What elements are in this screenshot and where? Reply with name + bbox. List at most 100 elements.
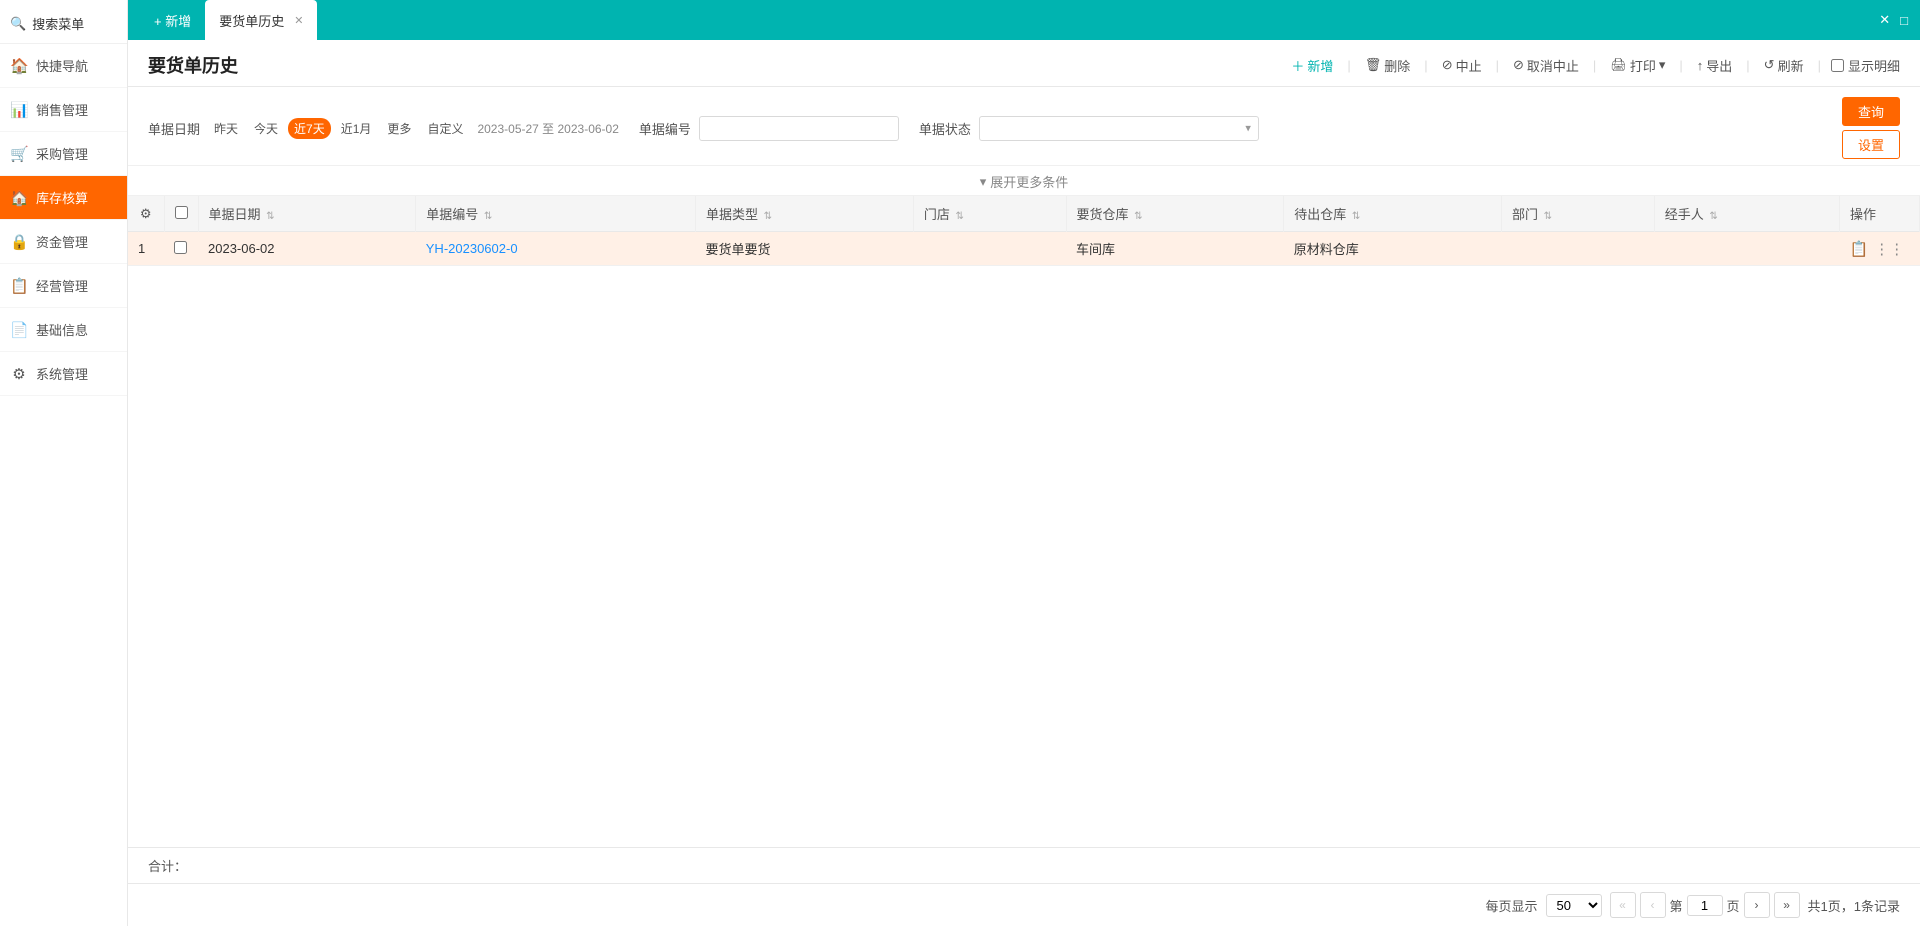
- sidebar-item-quick-nav[interactable]: 🏠 快捷导航: [0, 44, 127, 88]
- date-opt-yesterday[interactable]: 昨天: [208, 118, 244, 139]
- col-req-warehouse: 要货仓库 ⇅: [1066, 196, 1284, 232]
- date-opt-custom[interactable]: 自定义: [421, 118, 469, 139]
- row-checkbox[interactable]: [174, 241, 187, 254]
- refresh-button[interactable]: ↺ 刷新: [1760, 56, 1808, 75]
- date-opt-more[interactable]: 更多: [381, 118, 417, 139]
- status-select[interactable]: [979, 116, 1259, 141]
- date-options: 昨天 今天 近7天 近1月 更多 自定义: [208, 118, 469, 139]
- td-num: 1: [128, 232, 164, 266]
- sidebar-search-label: 搜索菜单: [32, 14, 84, 33]
- chart-icon: 📊: [10, 101, 28, 119]
- setting-button[interactable]: 设置: [1842, 130, 1900, 159]
- toolbar: ＋ 新增 | 🗑 删除 | ⊘ 中止 | ⊘: [1287, 56, 1900, 75]
- td-pending-warehouse: 原材料仓库: [1284, 232, 1502, 266]
- table-header-row: ⚙ 单据日期 ⇅ 单据编号 ⇅ 单据类型 ⇅: [128, 196, 1920, 232]
- status-select-wrap: [979, 116, 1259, 141]
- sidebar-item-finance[interactable]: 🔒 资金管理: [0, 220, 127, 264]
- page-last-button[interactable]: »: [1774, 892, 1800, 918]
- sort-icon-pending-warehouse[interactable]: ⇅: [1352, 211, 1360, 222]
- page-number-input[interactable]: [1687, 895, 1723, 916]
- stop-button[interactable]: ⊘ 中止: [1438, 56, 1486, 75]
- doc-no-link[interactable]: YH-20230602-0: [426, 241, 518, 256]
- col-ops: 操作: [1840, 196, 1920, 232]
- inventory-icon: 🏠: [10, 189, 28, 207]
- col-pending-warehouse: 待出仓库 ⇅: [1284, 196, 1502, 232]
- page-first-button[interactable]: «: [1610, 892, 1636, 918]
- col-dept: 部门 ⇅: [1502, 196, 1655, 232]
- tab-close-icon[interactable]: ✕: [294, 14, 303, 27]
- lock-icon: 🔒: [10, 233, 28, 251]
- page-size-select[interactable]: 10 20 50 100: [1546, 894, 1602, 917]
- date-opt-today[interactable]: 今天: [248, 118, 284, 139]
- show-detail-checkbox[interactable]: [1831, 59, 1844, 72]
- delete-button[interactable]: 🗑 删除: [1361, 56, 1415, 75]
- tab-requisition-history[interactable]: 要货单历史 ✕: [205, 0, 317, 40]
- query-button[interactable]: 查询: [1842, 97, 1900, 126]
- topbar: + 新增 要货单历史 ✕ ✕ □: [128, 0, 1920, 40]
- sidebar-item-basic-info[interactable]: 📄 基础信息: [0, 308, 127, 352]
- sort-icon-docno[interactable]: ⇅: [484, 211, 492, 222]
- select-all-checkbox[interactable]: [175, 206, 188, 219]
- export-button[interactable]: ↑ 导出: [1693, 56, 1737, 75]
- sidebar-item-operations[interactable]: 📋 经营管理: [0, 264, 127, 308]
- sidebar-item-system[interactable]: ⚙ 系统管理: [0, 352, 127, 396]
- page-title-row: 要货单历史 ＋ 新增 | 🗑 删除 | ⊘ 中止: [148, 52, 1900, 86]
- page-suffix: 页: [1727, 896, 1740, 915]
- cancel-stop-icon: ⊘: [1513, 57, 1524, 73]
- sort-icon-date[interactable]: ⇅: [266, 211, 274, 222]
- col-store: 门店 ⇅: [913, 196, 1066, 232]
- filter-docno-group: 单据编号: [639, 116, 899, 141]
- date-range-display: 2023-05-27 至 2023-06-02: [477, 120, 618, 137]
- plus-icon: ＋: [1291, 56, 1304, 75]
- expand-more-bar[interactable]: ▾ 展开更多条件: [128, 166, 1920, 196]
- sort-icon-dept[interactable]: ⇅: [1544, 211, 1552, 222]
- window-restore-icon[interactable]: □: [1900, 13, 1908, 28]
- sidebar-item-sales[interactable]: 📊 销售管理: [0, 88, 127, 132]
- table-area: ⚙ 单据日期 ⇅ 单据编号 ⇅ 单据类型 ⇅: [128, 196, 1920, 847]
- edit-icon[interactable]: 📋: [1850, 240, 1869, 258]
- document-icon: 📄: [10, 321, 28, 339]
- sort-icon-doctype[interactable]: ⇅: [764, 211, 772, 222]
- docno-input[interactable]: [699, 116, 899, 141]
- date-opt-7days[interactable]: 近7天: [288, 118, 331, 139]
- filter-actions: 查询 设置: [1842, 97, 1900, 159]
- gear-icon: ⚙: [10, 365, 28, 383]
- show-detail-label: 显示明细: [1848, 56, 1900, 75]
- window-close-icon[interactable]: ✕: [1879, 12, 1890, 28]
- search-icon: 🔍: [10, 16, 26, 32]
- cart-icon: 🛒: [10, 145, 28, 163]
- td-ops: 📋 ⋮⋮: [1840, 232, 1920, 266]
- print-label: 打印: [1630, 56, 1656, 75]
- page-label: 第: [1670, 896, 1683, 915]
- sort-icon-req-warehouse[interactable]: ⇅: [1134, 211, 1142, 222]
- sidebar-item-inventory[interactable]: 🏠 库存核算: [0, 176, 127, 220]
- sidebar-search[interactable]: 🔍 搜索菜单: [0, 0, 127, 44]
- td-dept: [1502, 232, 1655, 266]
- status-label: 单据状态: [919, 119, 971, 138]
- sidebar-item-label: 库存核算: [36, 188, 88, 207]
- sort-icon-store[interactable]: ⇅: [955, 211, 963, 222]
- new-button[interactable]: ＋ 新增: [1287, 56, 1337, 75]
- more-icon[interactable]: ⋮⋮: [1874, 240, 1904, 258]
- cancel-stop-button[interactable]: ⊘ 取消中止: [1509, 56, 1583, 75]
- col-docno: 单据编号 ⇅: [416, 196, 696, 232]
- sort-icon-handler[interactable]: ⇅: [1709, 211, 1717, 222]
- page-next-button[interactable]: ›: [1744, 892, 1770, 918]
- col-handler: 经手人 ⇅: [1654, 196, 1839, 232]
- print-button[interactable]: 🖨 打印 ▾: [1606, 56, 1669, 75]
- refresh-icon: ↺: [1764, 57, 1775, 73]
- sidebar-item-label: 经营管理: [36, 276, 88, 295]
- page-prev-button[interactable]: ‹: [1640, 892, 1666, 918]
- sidebar-item-label: 基础信息: [36, 320, 88, 339]
- page-size-label: 每页显示: [1485, 896, 1537, 915]
- footer-total: 合计：: [128, 847, 1920, 883]
- page-container: 要货单历史 ＋ 新增 | 🗑 删除 | ⊘ 中止: [128, 40, 1920, 926]
- td-docno: YH-20230602-0: [416, 232, 696, 266]
- filter-bar: 单据日期 昨天 今天 近7天 近1月 更多 自定义 2023-05-27 至 2…: [128, 87, 1920, 166]
- delete-icon: 🗑: [1365, 57, 1382, 73]
- sidebar: 🔍 搜索菜单 🏠 快捷导航 📊 销售管理 🛒 采购管理 🏠 库存核算 🔒 资金管…: [0, 0, 128, 926]
- date-opt-1month[interactable]: 近1月: [335, 118, 378, 139]
- settings-icon[interactable]: ⚙: [140, 206, 152, 221]
- tab-home[interactable]: + 新增: [140, 0, 205, 40]
- sidebar-item-purchase[interactable]: 🛒 采购管理: [0, 132, 127, 176]
